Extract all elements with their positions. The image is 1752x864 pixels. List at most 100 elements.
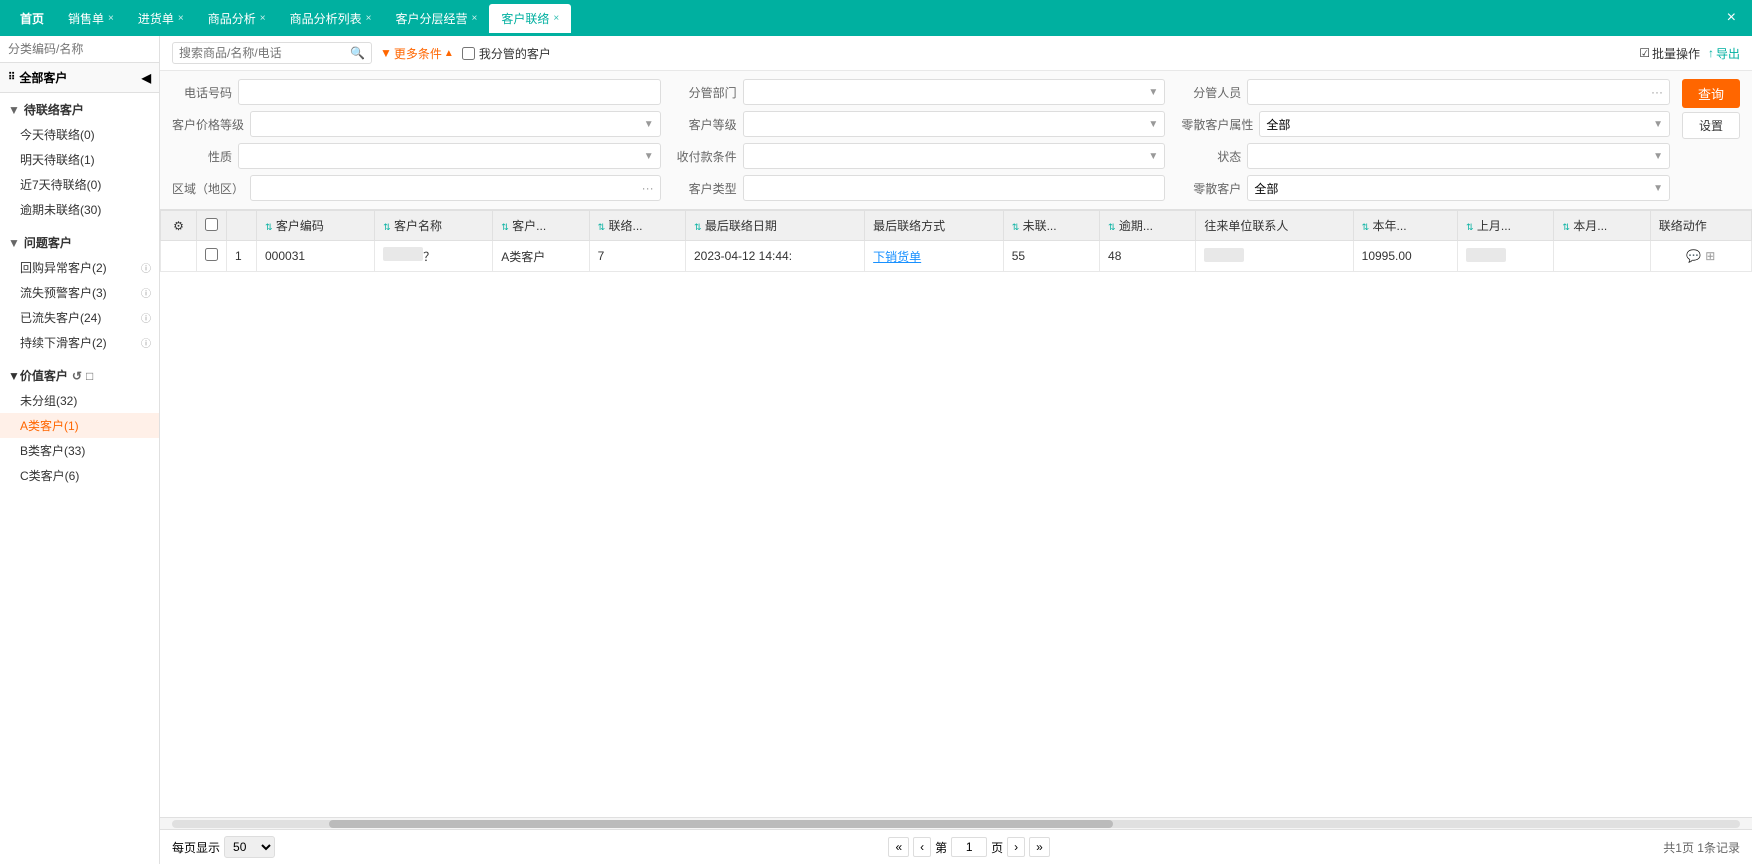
nav-tab-purchase[interactable]: 进货单 ×	[126, 4, 196, 33]
chevron-down-icon: ▼	[1653, 119, 1663, 130]
page-size-select[interactable]: 50 100 200	[224, 836, 275, 858]
blurred-name	[383, 247, 423, 261]
td-settings	[161, 241, 197, 272]
nav-tab-sales[interactable]: 销售单 ×	[56, 4, 126, 33]
status-select[interactable]: ▼	[1247, 143, 1670, 169]
close-icon[interactable]: ×	[108, 13, 114, 24]
page-number-input[interactable]	[951, 837, 987, 857]
total-records: 共1页 1条记录	[1663, 839, 1740, 856]
batch-operations-button[interactable]: ☑ 批量操作	[1639, 45, 1700, 62]
my-customers-check[interactable]	[462, 47, 475, 60]
top-navigation: 首页 销售单 × 进货单 × 商品分析 × 商品分析列表 × 客户分层经营 × …	[0, 0, 1752, 36]
nav-tab-customer-contact[interactable]: 客户联络 ×	[489, 4, 571, 33]
close-icon[interactable]: ×	[553, 13, 559, 24]
col-sort-icon: ⇅	[265, 222, 273, 232]
refresh-icon[interactable]: ↺	[72, 369, 82, 383]
last-page-button[interactable]: »	[1029, 837, 1050, 857]
select-all-checkbox[interactable]	[205, 218, 218, 231]
sidebar-item-abnormal[interactable]: 回购异常客户(2) ⓘ	[0, 255, 159, 280]
th-this-month[interactable]: ⇅ 本月...	[1554, 211, 1650, 241]
customer-level-select[interactable]: ▼	[743, 111, 1166, 137]
th-overdue[interactable]: ⇅ 逾期...	[1100, 211, 1196, 241]
nav-tab-home[interactable]: 首页	[8, 4, 56, 33]
customer-type-input[interactable]	[743, 175, 1166, 201]
action-buttons: 查询 设置	[1670, 79, 1740, 201]
col-sort-icon: ⇅	[1562, 222, 1570, 232]
sidebar-item-7days[interactable]: 近7天待联络(0)	[0, 172, 159, 197]
filter-row-1: 电话号码 分管部门 ▼	[172, 79, 1670, 105]
more-filters-button[interactable]: ▼ 更多条件 ▲	[380, 45, 454, 62]
all-customers-header[interactable]: ⠿ 全部客户 ◀	[0, 63, 159, 93]
add-icon[interactable]: □	[86, 369, 93, 383]
export-button[interactable]: ↑ 导出	[1708, 45, 1740, 62]
chevron-down-icon: ▼	[1653, 183, 1663, 194]
td-overdue: 48	[1100, 241, 1196, 272]
close-icon[interactable]: ×	[366, 13, 372, 24]
th-this-year[interactable]: ⇅ 本年...	[1353, 211, 1457, 241]
sidebar-item-ungrouped[interactable]: 未分组(32)	[0, 388, 159, 413]
search-icon[interactable]: 🔍	[350, 46, 365, 60]
region-input[interactable]: ···	[250, 175, 661, 201]
manager-input[interactable]: ···	[1247, 79, 1670, 105]
customer-type-label: 客户类型	[677, 180, 737, 197]
sidebar-item-today[interactable]: 今天待联络(0)	[0, 122, 159, 147]
th-last-contact-date[interactable]: ⇅ 最后联络日期	[685, 211, 864, 241]
settings-button[interactable]: 设置	[1682, 112, 1740, 139]
sidebar-item-b-class[interactable]: B类客户(33)	[0, 438, 159, 463]
close-icon[interactable]: ×	[178, 13, 184, 24]
retail-customer-select[interactable]: 全部 ▼	[1247, 175, 1670, 201]
price-level-select[interactable]: ▼	[250, 111, 661, 137]
th-name[interactable]: ⇅ 客户名称	[375, 211, 493, 241]
phone-input[interactable]	[238, 79, 661, 105]
pending-contact-group: ▼ 待联络客户 今天待联络(0) 明天待联络(1) 近7天待联络(0) 逾期未联…	[0, 93, 159, 226]
nav-tab-customer-tier[interactable]: 客户分层经营 ×	[383, 4, 489, 33]
link-icon[interactable]: ⊞	[1705, 249, 1715, 263]
sidebar-item-a-class[interactable]: A类客户(1)	[0, 413, 159, 438]
sidebar-item-c-class[interactable]: C类客户(6)	[0, 463, 159, 488]
close-icon[interactable]: ×	[260, 13, 266, 24]
value-customers-title[interactable]: ▼ 价值客户 ↺ □	[0, 363, 159, 388]
th-no-contact[interactable]: ⇅ 未联...	[1003, 211, 1099, 241]
retail-attr-select[interactable]: 全部 ▼	[1259, 111, 1670, 137]
th-unit-contacts[interactable]: 往来单位联系人	[1196, 211, 1353, 241]
sidebar-item-churned[interactable]: 已流失客户(24) ⓘ	[0, 305, 159, 330]
sidebar-item-tomorrow[interactable]: 明天待联络(1)	[0, 147, 159, 172]
sidebar-item-overdue[interactable]: 逾期未联络(30)	[0, 197, 159, 222]
nature-label: 性质	[172, 148, 232, 165]
td-last-contact-method[interactable]: 下销货单	[865, 241, 1004, 272]
th-level[interactable]: ⇅ 客户...	[493, 211, 589, 241]
collapse-icon[interactable]: ◀	[142, 71, 151, 85]
sidebar-search-input[interactable]	[8, 42, 160, 56]
row-checkbox[interactable]	[205, 248, 218, 261]
dept-select[interactable]: ▼	[743, 79, 1166, 105]
pending-contact-title[interactable]: ▼ 待联络客户	[0, 97, 159, 122]
th-last-month[interactable]: ⇅ 上月...	[1458, 211, 1554, 241]
horizontal-scrollbar[interactable]	[160, 817, 1752, 829]
sidebar-item-declining[interactable]: 持续下滑客户(2) ⓘ	[0, 330, 159, 355]
table-row: 1 000031 ？ A类客户 7 2023-04-12 14:44: 下销货单…	[161, 241, 1752, 272]
retail-attr-label: 零散客户属性	[1181, 116, 1253, 133]
sidebar: 🔍 ⠿ 全部客户 ◀ ▼ 待联络客户 今天待联络(0) 明天待联络(1) 近7天…	[0, 36, 160, 864]
th-contact[interactable]: ⇅ 联络...	[589, 211, 685, 241]
query-button[interactable]: 查询	[1682, 79, 1740, 108]
first-page-button[interactable]: «	[888, 837, 909, 857]
sidebar-item-churn-warning[interactable]: 流失预警客户(3) ⓘ	[0, 280, 159, 305]
th-last-contact-method[interactable]: 最后联络方式	[865, 211, 1004, 241]
price-level-label: 客户价格等级	[172, 116, 244, 133]
next-page-button[interactable]: ›	[1007, 837, 1025, 857]
th-code[interactable]: ⇅ 客户编码	[257, 211, 375, 241]
nav-tab-analysis[interactable]: 商品分析 ×	[196, 4, 278, 33]
problem-customers-title[interactable]: ▼ 问题客户	[0, 230, 159, 255]
nav-tab-analysis-list[interactable]: 商品分析列表 ×	[278, 4, 384, 33]
close-all-tabs-button[interactable]: ×	[1719, 9, 1744, 27]
close-icon[interactable]: ×	[471, 13, 477, 24]
dots-icon: ···	[1651, 85, 1663, 99]
td-this-month	[1554, 241, 1650, 272]
nature-select[interactable]: ▼	[238, 143, 661, 169]
my-customers-checkbox[interactable]: 我分管的客户	[462, 45, 551, 62]
prev-page-button[interactable]: ‹	[913, 837, 931, 857]
payment-select[interactable]: ▼	[743, 143, 1166, 169]
th-settings[interactable]: ⚙	[161, 211, 197, 241]
message-icon[interactable]: 💬	[1686, 249, 1701, 263]
main-search-input[interactable]	[179, 46, 350, 60]
